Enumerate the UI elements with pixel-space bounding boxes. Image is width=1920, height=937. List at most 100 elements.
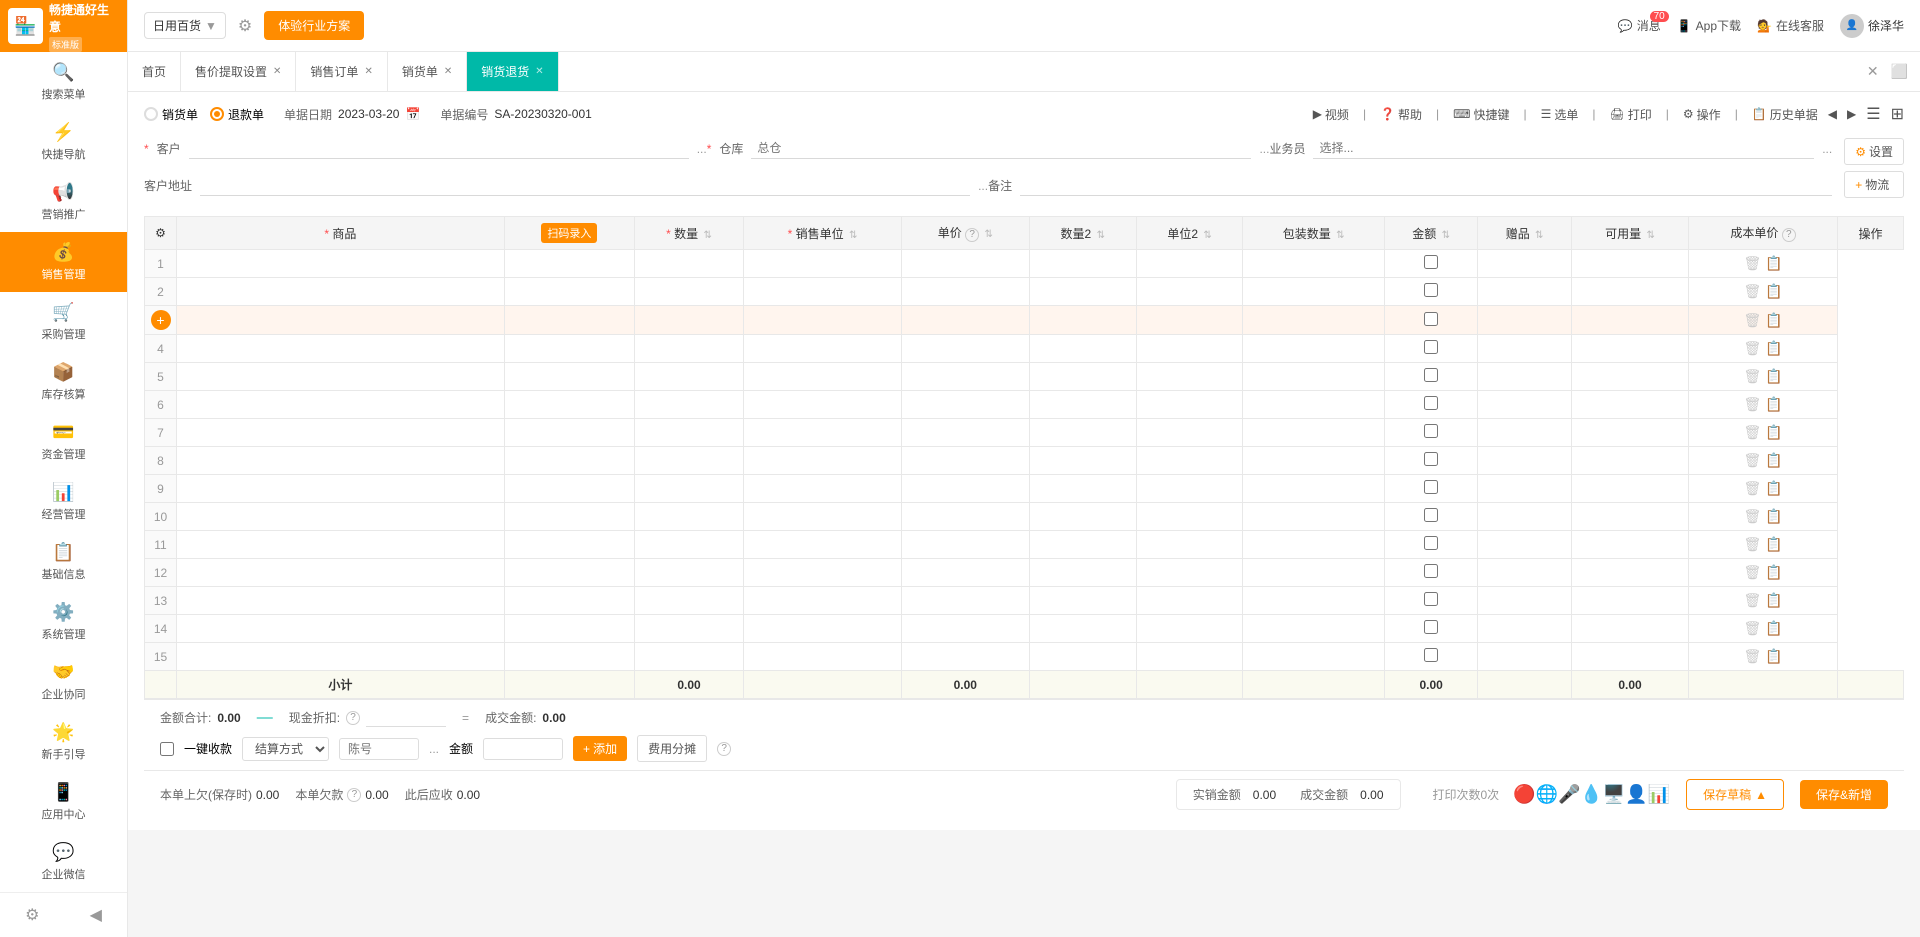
sidebar-item-inventory[interactable]: 📦 库存核算 [0,352,127,412]
delete-row-13[interactable]: 🗑 [1741,592,1763,608]
copy-row-12[interactable]: 📋 [1763,564,1784,580]
delete-row-2[interactable]: 🗑 [1741,283,1763,299]
price-help-icon[interactable]: ? [965,228,979,242]
sort-price-icon[interactable]: ⇅ [984,229,992,240]
cost-help-icon[interactable]: ? [1782,228,1796,242]
debt-help-icon[interactable]: ? [347,788,361,802]
tab-sales-delivery[interactable]: 销货单 ✕ [388,52,467,91]
split-help-icon[interactable]: ? [717,742,731,756]
gift-checkbox-15[interactable] [1424,648,1438,662]
radio-sales-delivery[interactable]: 销货单 [144,106,198,123]
view-grid-btn[interactable]: ⊞ [1891,104,1904,124]
copy-row-5[interactable]: 📋 [1763,368,1784,384]
sort-pkg-icon[interactable]: ⇅ [1336,230,1344,241]
th-settings[interactable]: ⚙ [145,217,177,250]
exp-btn[interactable]: 体验行业方案 [264,11,364,40]
sidebar-collapse-btn[interactable]: ◀ [82,901,110,929]
tab-home[interactable]: 首页 [128,52,181,91]
delete-row-6[interactable]: 🗑 [1741,396,1763,412]
warehouse-select-icon[interactable]: ... [1259,142,1269,156]
sidebar-item-purchase[interactable]: 🛒 采购管理 [0,292,127,352]
sort-qty-icon[interactable]: ⇅ [704,230,712,241]
account-select-icon[interactable]: ... [429,742,439,756]
sidebar-item-wechat[interactable]: 💬 企业微信 [0,832,127,892]
settings-btn[interactable]: ⚙ 设置 [1844,138,1904,165]
sort-unit2-icon[interactable]: ⇅ [1203,230,1211,241]
tab-maximize-btn[interactable]: ⬜ [1887,61,1912,82]
sidebar-item-basics[interactable]: 📋 基础信息 [0,532,127,592]
tab-sales-order[interactable]: 销售订单 ✕ [296,52,387,91]
copy-row-3[interactable]: 📋 [1763,312,1784,328]
copy-row-7[interactable]: 📋 [1763,424,1784,440]
sort-avail-icon[interactable]: ⇅ [1647,230,1655,241]
sort-unit-icon[interactable]: ⇅ [849,230,857,241]
address-input[interactable] [200,175,970,196]
copy-row-10[interactable]: 📋 [1763,508,1784,524]
delete-row-8[interactable]: 🗑 [1741,452,1763,468]
copy-row-2[interactable]: 📋 [1763,283,1784,299]
delete-row-4[interactable]: 🗑 [1741,340,1763,356]
warehouse-input[interactable] [751,138,1251,159]
cash-discount-help-icon[interactable]: ? [346,711,360,725]
online-service-btn[interactable]: 💁 在线客服 [1757,17,1824,34]
delete-row-15[interactable]: 🗑 [1741,648,1763,664]
history-next-btn[interactable]: ▶ [1847,107,1856,121]
video-btn[interactable]: ▶ 视频 [1313,106,1349,123]
history-btn[interactable]: 📋 历史单据 [1752,106,1818,123]
gift-checkbox-6[interactable] [1424,396,1438,410]
sidebar-item-system[interactable]: ⚙️ 系统管理 [0,592,127,652]
tab-close-sales-return[interactable]: ✕ [535,66,543,77]
delete-row-12[interactable]: 🗑 [1741,564,1763,580]
delete-row-14[interactable]: 🗑 [1741,620,1763,636]
print-btn[interactable]: 🖨 打印 [1610,106,1652,123]
sidebar-item-marketing[interactable]: 📢 营销推广 [0,172,127,232]
staff-input[interactable] [1313,138,1814,159]
gift-checkbox-2[interactable] [1424,283,1438,297]
gift-checkbox-9[interactable] [1424,480,1438,494]
save-new-btn[interactable]: 保存&新增 [1800,780,1888,809]
copy-row-4[interactable]: 📋 [1763,340,1784,356]
delete-row-1[interactable]: 🗑 [1741,255,1763,271]
tab-price-setup[interactable]: 售价提取设置 ✕ [181,52,296,91]
copy-row-13[interactable]: 📋 [1763,592,1784,608]
history-prev-btn[interactable]: ◀ [1828,107,1837,121]
gift-checkbox-14[interactable] [1424,620,1438,634]
account-input[interactable] [339,738,419,760]
sort-gift-icon[interactable]: ⇅ [1535,230,1543,241]
payment-amount-input[interactable] [483,738,563,760]
radio-sales-return[interactable]: 退款单 [210,106,264,123]
view-list-btn[interactable]: ☰ [1866,104,1880,124]
scan-btn[interactable]: 扫码录入 [541,223,597,243]
address-select-icon[interactable]: ... [978,179,988,193]
gift-checkbox-11[interactable] [1424,536,1438,550]
select-btn[interactable]: ☰ 选单 [1541,106,1579,123]
tab-close-all-btn[interactable]: ✕ [1863,61,1883,82]
copy-row-9[interactable]: 📋 [1763,480,1784,496]
user-menu[interactable]: 👤 徐泽华 [1840,14,1904,38]
product-input-3[interactable] [181,313,500,327]
sidebar-item-newbie[interactable]: 🌟 新手引导 [0,712,127,772]
save-draft-btn[interactable]: 保存草稿 ▲ [1686,779,1784,810]
customer-select-icon[interactable]: ... [697,142,707,156]
delete-row-5[interactable]: 🗑 [1741,368,1763,384]
delete-row-9[interactable]: 🗑 [1741,480,1763,496]
gift-checkbox-10[interactable] [1424,508,1438,522]
tab-close-sales-delivery[interactable]: ✕ [444,66,452,77]
msg-btn[interactable]: 💬 消息 70 [1618,17,1661,34]
tab-close-sales-order[interactable]: ✕ [364,66,372,77]
delete-row-10[interactable]: 🗑 [1741,508,1763,524]
copy-row-6[interactable]: 📋 [1763,396,1784,412]
copy-row-15[interactable]: 📋 [1763,648,1784,664]
sidebar-item-sales[interactable]: 💰 销售管理 [0,232,127,292]
sidebar-item-apps[interactable]: 📱 应用中心 [0,772,127,832]
delete-row-3[interactable]: 🗑 [1741,312,1763,328]
add-payment-btn[interactable]: + 添加 [573,736,627,761]
shortcut-btn[interactable]: ⌨ 快捷键 [1453,106,1509,123]
tab-sales-return[interactable]: 销货退货 ✕ [467,52,558,91]
remark-input[interactable] [1020,175,1832,196]
copy-row-8[interactable]: 📋 [1763,452,1784,468]
delete-row-7[interactable]: 🗑 [1741,424,1763,440]
sidebar-settings-btn[interactable]: ⚙ [17,901,47,929]
copy-row-11[interactable]: 📋 [1763,536,1784,552]
staff-select-icon[interactable]: ... [1822,142,1832,156]
